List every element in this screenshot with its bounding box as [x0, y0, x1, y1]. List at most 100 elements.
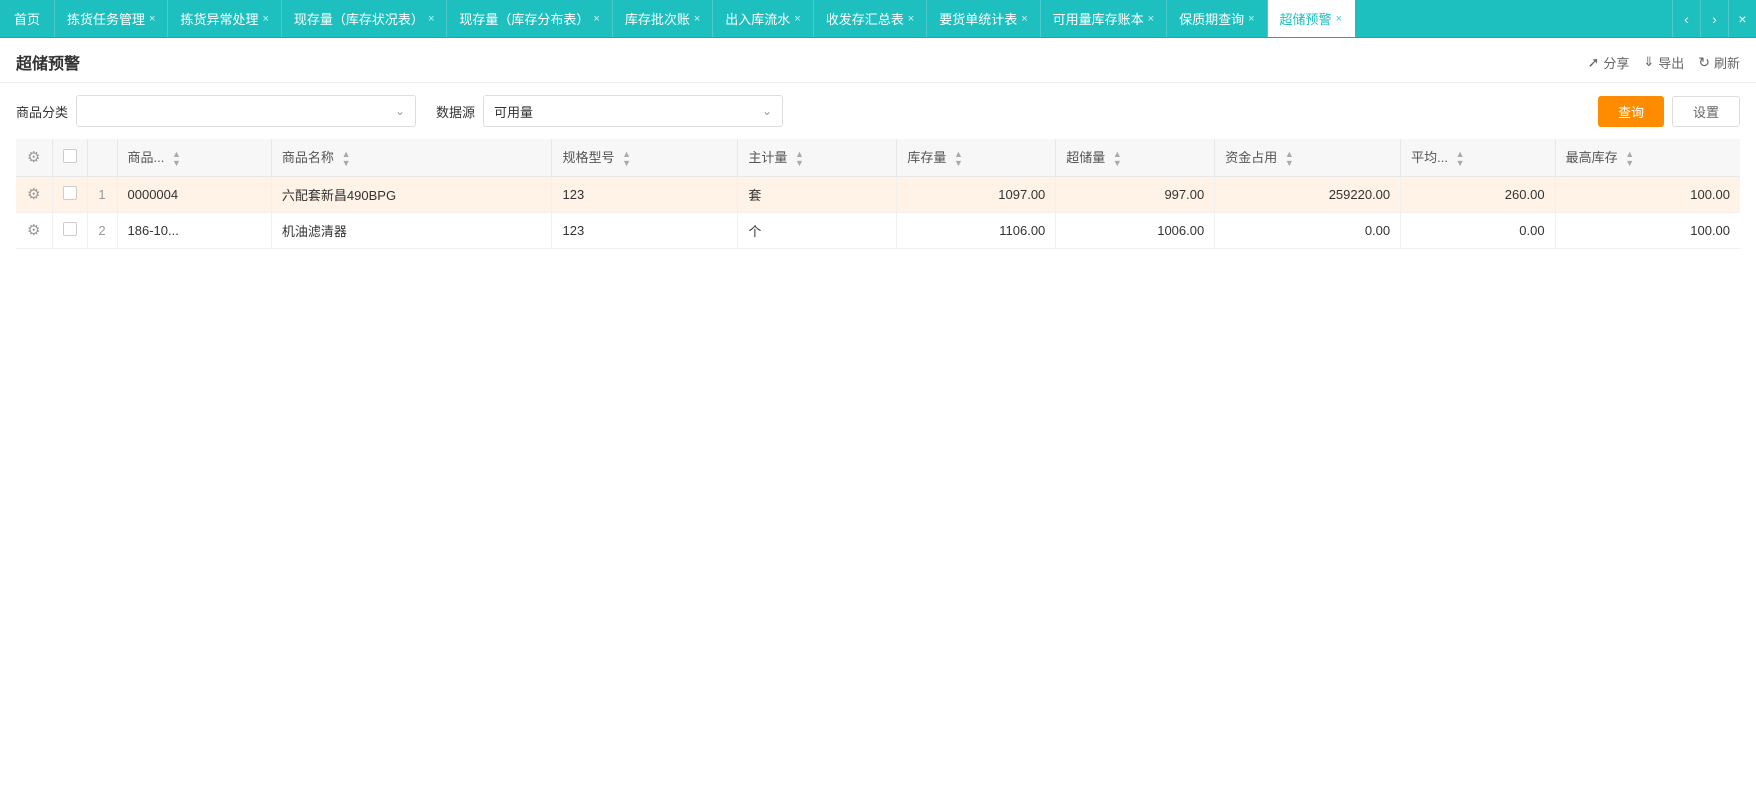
export-icon: ⇓ — [1643, 54, 1654, 70]
row-settings-icon[interactable]: ⚙ — [27, 186, 40, 203]
nav-tab-close[interactable]: × — [1021, 13, 1027, 25]
nav-tab-label: 要货单统计表 — [939, 9, 1017, 28]
nav-tab-close[interactable]: × — [694, 13, 700, 25]
row-name: 机油滤清器 — [271, 212, 552, 248]
nav-tab-close[interactable]: × — [428, 13, 434, 25]
share-button[interactable]: ➚ 分享 — [1588, 53, 1630, 72]
row-settings-icon[interactable]: ⚙ — [27, 222, 40, 239]
row-spec: 123 — [552, 176, 738, 212]
nav-arrows: ‹ › × — [1672, 0, 1756, 38]
nav-arrow-left[interactable]: ‹ — [1672, 0, 1700, 38]
table-row: ⚙ 1 0000004 六配套新昌490BPG 123 套 1097.00 99… — [16, 176, 1740, 212]
nav-tab-tab2[interactable]: 拣货异常处理 × — [168, 0, 281, 38]
datasource-filter-group: 数据源 可用量 ⌄ — [436, 95, 783, 127]
col-gear: ⚙ — [16, 139, 52, 176]
nav-tab-close[interactable]: × — [1148, 13, 1154, 25]
page-header: 超储预警 ➚ 分享 ⇓ 导出 ↻ 刷新 — [0, 38, 1756, 83]
page-title: 超储预警 — [16, 50, 80, 74]
sort-arrows-capital[interactable]: ▲ ▼ — [1285, 150, 1294, 168]
category-select[interactable]: ⌄ — [76, 95, 416, 127]
col-over-header: 超储量 ▲ ▼ — [1056, 139, 1215, 176]
nav-tab-close[interactable]: × — [593, 13, 599, 25]
datasource-dropdown-icon: ⌄ — [762, 104, 772, 118]
row-unit: 套 — [738, 176, 897, 212]
sort-arrows-over[interactable]: ▲ ▼ — [1113, 150, 1122, 168]
col-rownum-header — [87, 139, 117, 176]
nav-tab-tab8[interactable]: 要货单统计表 × — [927, 0, 1040, 38]
row-over: 997.00 — [1056, 176, 1215, 212]
nav-tabs: 拣货任务管理×拣货异常处理×现存量（库存状况表）×现存量（库存分布表）×库存批次… — [55, 0, 1672, 38]
table-row: ⚙ 2 186-10... 机油滤清器 123 个 1106.00 1006.0… — [16, 212, 1740, 248]
sort-arrows-code[interactable]: ▲ ▼ — [172, 150, 181, 168]
datasource-select[interactable]: 可用量 ⌄ — [483, 95, 783, 127]
nav-tab-label: 可用量库存账本 — [1053, 9, 1144, 28]
nav-tab-label: 拣货任务管理 — [67, 9, 145, 28]
row-checkbox[interactable] — [63, 186, 77, 200]
row-avg: 0.00 — [1401, 212, 1555, 248]
nav-tab-label: 库存批次账 — [625, 9, 690, 28]
sort-arrows-stock[interactable]: ▲ ▼ — [954, 150, 963, 168]
nav-tab-tab4[interactable]: 现存量（库存分布表） × — [447, 0, 612, 38]
nav-home[interactable]: 首页 — [0, 0, 55, 38]
page-content: 超储预警 ➚ 分享 ⇓ 导出 ↻ 刷新 商品分类 ⌄ 数据源 — [0, 38, 1756, 800]
nav-tab-close[interactable]: × — [1336, 13, 1342, 25]
nav-tab-tab1[interactable]: 拣货任务管理 × — [55, 0, 168, 38]
nav-tab-tab5[interactable]: 库存批次账 × — [613, 0, 713, 38]
nav-tab-tab10[interactable]: 保质期查询× — [1167, 0, 1267, 38]
query-button[interactable]: 查询 — [1598, 96, 1664, 127]
nav-tab-label: 拣货异常处理 — [180, 9, 258, 28]
nav-tab-tab6[interactable]: 出入库流水 × — [713, 0, 813, 38]
row-checkbox-cell — [52, 176, 87, 212]
filter-area: 商品分类 ⌄ 数据源 可用量 ⌄ 查询 设置 — [0, 83, 1756, 139]
settings-button[interactable]: 设置 — [1672, 96, 1740, 127]
category-label: 商品分类 — [16, 102, 68, 121]
row-stock: 1097.00 — [897, 176, 1056, 212]
sort-arrows-name[interactable]: ▲ ▼ — [342, 150, 351, 168]
nav-tab-tab11[interactable]: 超储预警× — [1268, 0, 1355, 38]
col-spec-header: 规格型号 ▲ ▼ — [552, 139, 738, 176]
sort-arrows-avg[interactable]: ▲ ▼ — [1456, 150, 1465, 168]
sort-arrows-maxstock[interactable]: ▲ ▼ — [1625, 150, 1634, 168]
sort-arrows-unit[interactable]: ▲ ▼ — [795, 150, 804, 168]
nav-arrow-right[interactable]: › — [1700, 0, 1728, 38]
nav-tab-close[interactable]: × — [262, 13, 268, 25]
settings-gear-icon[interactable]: ⚙ — [27, 149, 40, 166]
filter-actions: 查询 设置 — [1598, 96, 1740, 127]
nav-tab-close[interactable]: × — [1248, 13, 1254, 25]
row-number: 2 — [87, 212, 117, 248]
nav-tab-close[interactable]: × — [794, 13, 800, 25]
refresh-label: 刷新 — [1714, 53, 1740, 72]
export-label: 导出 — [1658, 53, 1684, 72]
select-all-checkbox[interactable] — [63, 149, 77, 163]
col-maxstock-header: 最高库存 ▲ ▼ — [1555, 139, 1740, 176]
nav-tab-label: 现存量（库存分布表） — [459, 9, 589, 28]
row-capital: 259220.00 — [1215, 176, 1401, 212]
row-maxstock: 100.00 — [1555, 212, 1740, 248]
refresh-icon: ↻ — [1698, 54, 1710, 71]
nav-tab-label: 收发存汇总表 — [826, 9, 904, 28]
data-table: ⚙ 商品... ▲ ▼ 商品名称 — [16, 139, 1740, 249]
table-header: ⚙ 商品... ▲ ▼ 商品名称 — [16, 139, 1740, 176]
export-button[interactable]: ⇓ 导出 — [1643, 53, 1684, 72]
table-header-row: ⚙ 商品... ▲ ▼ 商品名称 — [16, 139, 1740, 176]
nav-arrow-close[interactable]: × — [1728, 0, 1756, 38]
table-body: ⚙ 1 0000004 六配套新昌490BPG 123 套 1097.00 99… — [16, 176, 1740, 248]
col-name-header: 商品名称 ▲ ▼ — [271, 139, 552, 176]
row-spec: 123 — [552, 212, 738, 248]
col-avg-header: 平均... ▲ ▼ — [1401, 139, 1555, 176]
nav-tab-label: 现存量（库存状况表） — [294, 9, 424, 28]
category-filter-group: 商品分类 ⌄ — [16, 95, 416, 127]
nav-tab-tab3[interactable]: 现存量（库存状况表） × — [282, 0, 447, 38]
row-avg: 260.00 — [1401, 176, 1555, 212]
nav-tab-label: 出入库流水 — [725, 9, 790, 28]
row-checkbox[interactable] — [63, 222, 77, 236]
top-navigation: 首页 拣货任务管理×拣货异常处理×现存量（库存状况表）×现存量（库存分布表）×库… — [0, 0, 1756, 38]
nav-tab-close[interactable]: × — [908, 13, 914, 25]
share-label: 分享 — [1603, 53, 1629, 72]
nav-tab-tab7[interactable]: 收发存汇总表 × — [814, 0, 927, 38]
nav-tab-tab9[interactable]: 可用量库存账本 × — [1041, 0, 1167, 38]
sort-arrows-spec[interactable]: ▲ ▼ — [622, 150, 631, 168]
refresh-button[interactable]: ↻ 刷新 — [1698, 53, 1740, 72]
nav-tab-close[interactable]: × — [149, 13, 155, 25]
row-name: 六配套新昌490BPG — [271, 176, 552, 212]
